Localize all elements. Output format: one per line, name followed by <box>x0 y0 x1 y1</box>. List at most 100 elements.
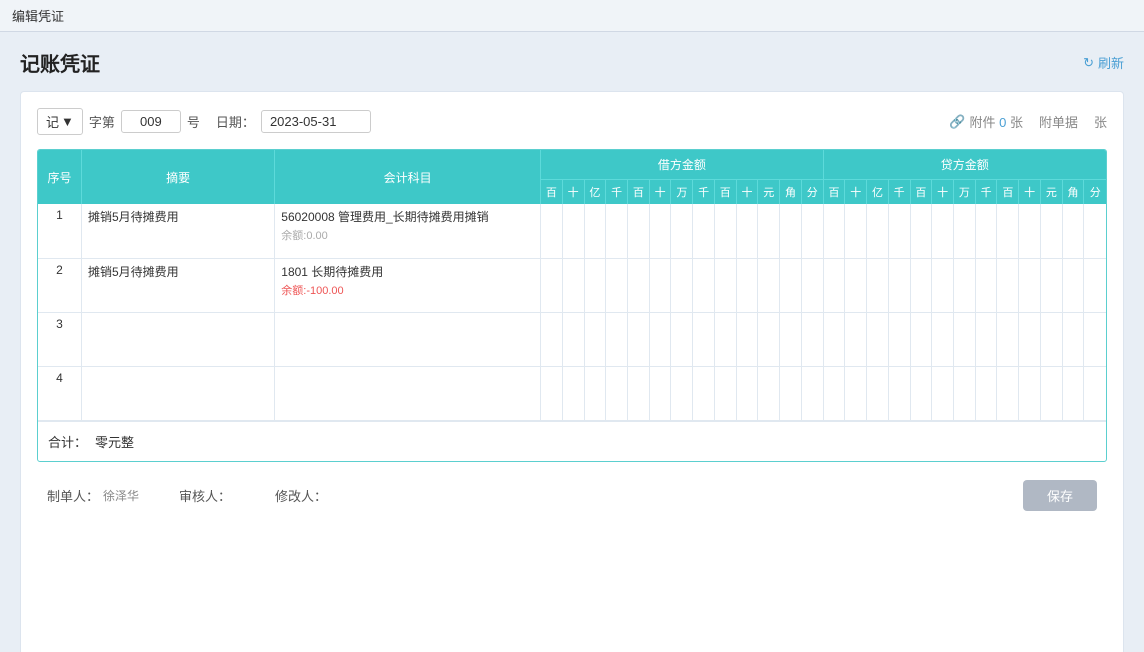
debit-cell-13[interactable] <box>801 366 823 420</box>
debit-cell-13[interactable] <box>801 204 823 258</box>
debit-cell-4[interactable] <box>606 258 628 312</box>
debit-cell-11[interactable] <box>758 204 780 258</box>
debit-cell-6[interactable] <box>649 204 671 258</box>
credit-cell-10[interactable] <box>1019 366 1041 420</box>
debit-cell-2[interactable] <box>562 366 584 420</box>
credit-cell-2[interactable] <box>845 366 867 420</box>
credit-cell-8[interactable] <box>975 204 997 258</box>
row-account[interactable] <box>275 366 541 420</box>
credit-cell-3[interactable] <box>867 312 889 366</box>
credit-cell-6[interactable] <box>932 258 954 312</box>
debit-cell-13[interactable] <box>801 312 823 366</box>
debit-cell-1[interactable] <box>541 366 563 420</box>
debit-cell-9[interactable] <box>714 258 736 312</box>
debit-cell-10[interactable] <box>736 204 758 258</box>
debit-cell-7[interactable] <box>671 204 693 258</box>
credit-cell-8[interactable] <box>975 258 997 312</box>
credit-cell-1[interactable] <box>823 312 845 366</box>
refresh-button[interactable]: ↻ 刷新 <box>1083 53 1124 72</box>
row-summary[interactable] <box>81 366 274 420</box>
debit-cell-1[interactable] <box>541 204 563 258</box>
credit-cell-7[interactable] <box>954 204 976 258</box>
save-button[interactable]: 保存 <box>1023 480 1097 511</box>
debit-cell-10[interactable] <box>736 366 758 420</box>
voucher-number-input[interactable] <box>121 110 181 133</box>
debit-cell-8[interactable] <box>693 366 715 420</box>
row-account[interactable]: 1801 长期待摊费用余额:-100.00 <box>275 258 541 312</box>
credit-cell-7[interactable] <box>954 366 976 420</box>
debit-cell-7[interactable] <box>671 312 693 366</box>
debit-cell-4[interactable] <box>606 312 628 366</box>
credit-cell-5[interactable] <box>910 312 932 366</box>
credit-cell-4[interactable] <box>888 258 910 312</box>
debit-cell-13[interactable] <box>801 258 823 312</box>
credit-cell-4[interactable] <box>888 312 910 366</box>
credit-cell-12[interactable] <box>1062 312 1084 366</box>
debit-cell-9[interactable] <box>714 204 736 258</box>
credit-cell-1[interactable] <box>823 258 845 312</box>
credit-cell-12[interactable] <box>1062 258 1084 312</box>
debit-cell-12[interactable] <box>780 312 802 366</box>
debit-cell-2[interactable] <box>562 312 584 366</box>
credit-cell-1[interactable] <box>823 204 845 258</box>
credit-cell-10[interactable] <box>1019 204 1041 258</box>
debit-cell-5[interactable] <box>628 204 650 258</box>
date-input[interactable] <box>261 110 371 133</box>
credit-cell-10[interactable] <box>1019 312 1041 366</box>
debit-cell-6[interactable] <box>649 258 671 312</box>
credit-cell-13[interactable] <box>1084 366 1106 420</box>
row-summary[interactable]: 摊销5月待摊费用 <box>81 258 274 312</box>
credit-cell-8[interactable] <box>975 312 997 366</box>
debit-cell-10[interactable] <box>736 258 758 312</box>
debit-cell-2[interactable] <box>562 258 584 312</box>
debit-cell-11[interactable] <box>758 312 780 366</box>
credit-cell-9[interactable] <box>997 258 1019 312</box>
debit-cell-5[interactable] <box>628 312 650 366</box>
debit-cell-1[interactable] <box>541 258 563 312</box>
credit-cell-9[interactable] <box>997 204 1019 258</box>
credit-cell-1[interactable] <box>823 366 845 420</box>
type-dropdown[interactable]: 记 ▼ <box>37 108 83 135</box>
debit-cell-8[interactable] <box>693 312 715 366</box>
credit-cell-12[interactable] <box>1062 366 1084 420</box>
credit-cell-13[interactable] <box>1084 312 1106 366</box>
debit-cell-11[interactable] <box>758 258 780 312</box>
credit-cell-3[interactable] <box>867 366 889 420</box>
credit-cell-5[interactable] <box>910 204 932 258</box>
debit-cell-3[interactable] <box>584 366 606 420</box>
credit-cell-2[interactable] <box>845 312 867 366</box>
table-row[interactable]: 4 <box>38 366 1106 420</box>
debit-cell-4[interactable] <box>606 366 628 420</box>
credit-cell-5[interactable] <box>910 366 932 420</box>
debit-cell-6[interactable] <box>649 366 671 420</box>
debit-cell-3[interactable] <box>584 204 606 258</box>
credit-cell-8[interactable] <box>975 366 997 420</box>
table-row[interactable]: 1摊销5月待摊费用56020008 管理费用_长期待摊费用摊销余额:0.00 <box>38 204 1106 258</box>
table-row[interactable]: 2摊销5月待摊费用1801 长期待摊费用余额:-100.00 <box>38 258 1106 312</box>
debit-cell-4[interactable] <box>606 204 628 258</box>
credit-cell-11[interactable] <box>1040 258 1062 312</box>
attachment-link[interactable]: 🔗 附件 0 张 <box>949 112 1023 131</box>
debit-cell-10[interactable] <box>736 312 758 366</box>
debit-cell-6[interactable] <box>649 312 671 366</box>
debit-cell-11[interactable] <box>758 366 780 420</box>
debit-cell-1[interactable] <box>541 312 563 366</box>
credit-cell-9[interactable] <box>997 312 1019 366</box>
debit-cell-7[interactable] <box>671 366 693 420</box>
debit-cell-9[interactable] <box>714 312 736 366</box>
debit-cell-5[interactable] <box>628 258 650 312</box>
credit-cell-3[interactable] <box>867 204 889 258</box>
credit-cell-2[interactable] <box>845 204 867 258</box>
credit-cell-3[interactable] <box>867 258 889 312</box>
credit-cell-13[interactable] <box>1084 204 1106 258</box>
debit-cell-12[interactable] <box>780 258 802 312</box>
credit-cell-9[interactable] <box>997 366 1019 420</box>
credit-cell-11[interactable] <box>1040 366 1062 420</box>
credit-cell-11[interactable] <box>1040 312 1062 366</box>
credit-cell-4[interactable] <box>888 204 910 258</box>
debit-cell-12[interactable] <box>780 366 802 420</box>
credit-cell-4[interactable] <box>888 366 910 420</box>
debit-cell-9[interactable] <box>714 366 736 420</box>
row-account[interactable] <box>275 312 541 366</box>
credit-cell-6[interactable] <box>932 366 954 420</box>
